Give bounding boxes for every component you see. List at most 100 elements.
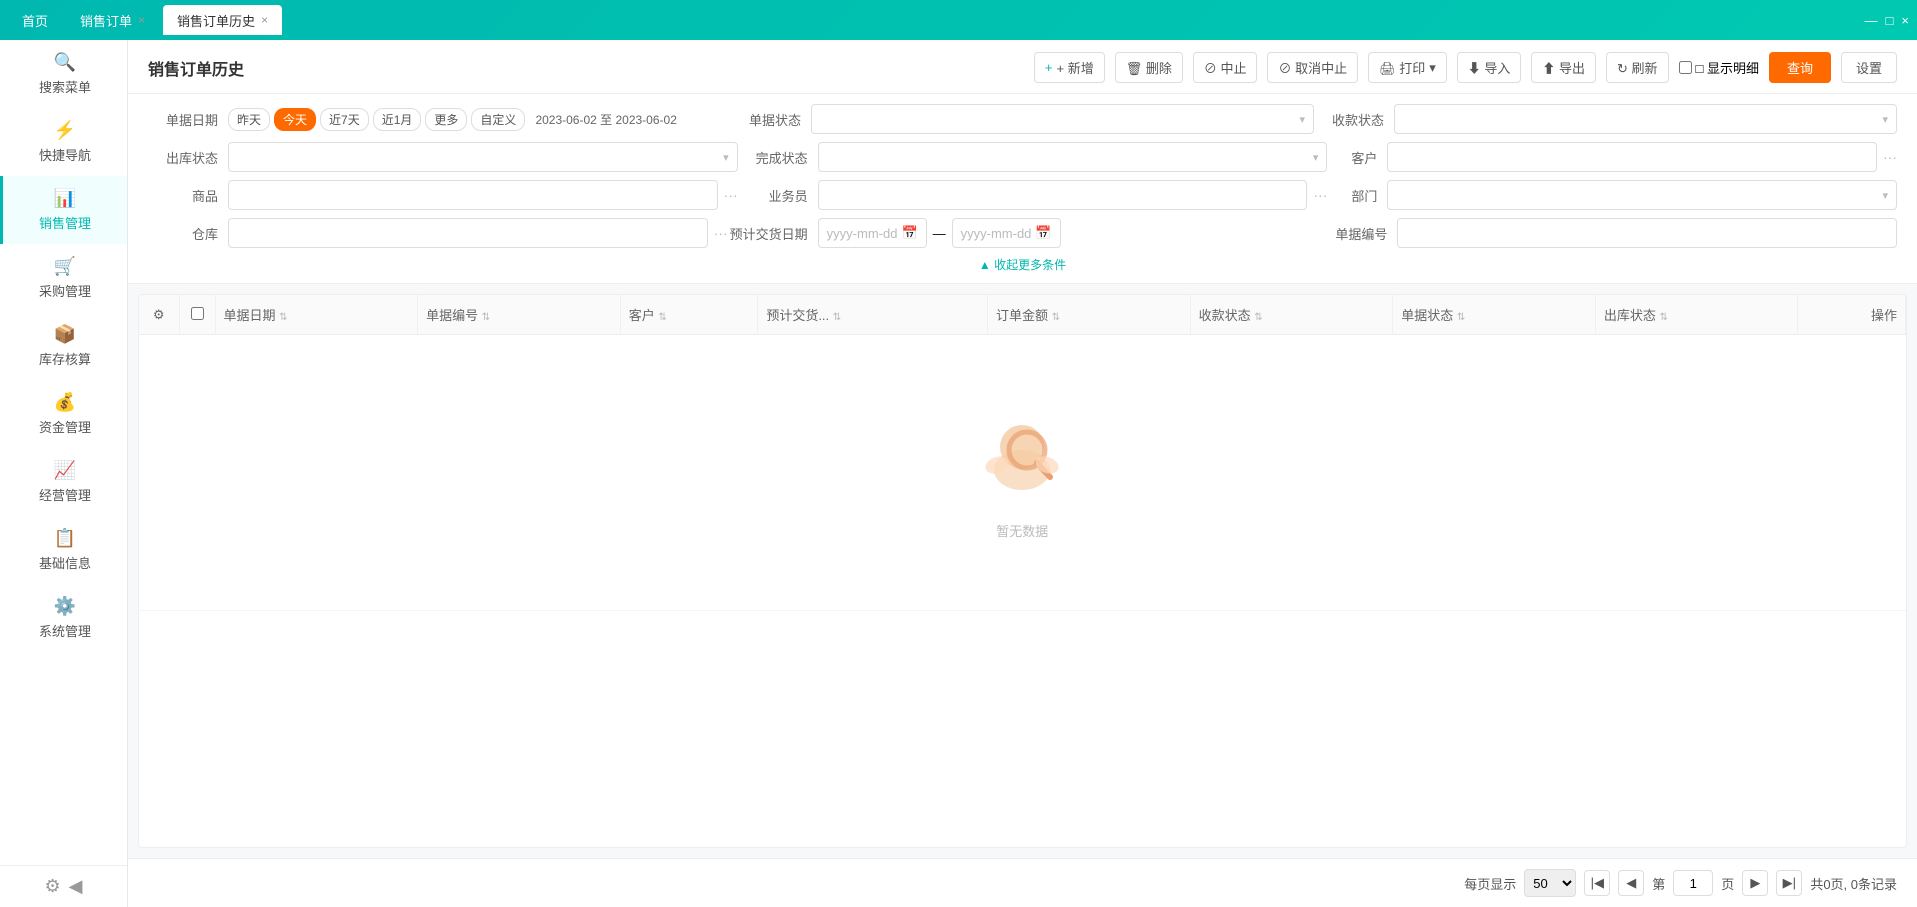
table-settings-icon[interactable]: ⚙: [153, 307, 165, 322]
date-btn-7days[interactable]: 近7天: [320, 108, 369, 131]
print-label: 🖨 打印: [1379, 58, 1425, 77]
tab-sales-order-close[interactable]: ×: [138, 13, 145, 27]
dept-select[interactable]: ▾: [1387, 180, 1897, 210]
sidebar-item-purchase-mgmt[interactable]: 🛒 采购管理: [0, 244, 127, 312]
customer-input[interactable]: [1387, 142, 1877, 172]
top-bar: 首页 销售订单 × 销售订单历史 × — □ ×: [0, 0, 1917, 40]
out-status-control: ▾: [228, 142, 738, 172]
col-amount[interactable]: 订单金额 ⇅: [987, 295, 1190, 335]
stop-button[interactable]: ⊘ 中止: [1193, 52, 1258, 83]
dept-label: 部门: [1327, 186, 1387, 205]
sidebar-item-search-menu-label: 搜索菜单: [39, 77, 91, 96]
collapse-sidebar-icon[interactable]: ◀: [69, 876, 83, 897]
delete-label: 🗑 删除: [1126, 58, 1172, 77]
sidebar-item-operation-mgmt[interactable]: 📈 经营管理: [0, 448, 127, 516]
col-payment-status[interactable]: 收款状态 ⇅: [1190, 295, 1393, 335]
customer-control: ···: [1387, 142, 1897, 172]
tab-home[interactable]: 首页: [8, 5, 62, 35]
date-label: 单据日期: [148, 110, 228, 129]
export-button[interactable]: ⬆ 导出: [1531, 52, 1596, 83]
salesperson-input[interactable]: [818, 180, 1308, 210]
collapse-button[interactable]: ▲ 收起更多条件: [148, 256, 1897, 273]
date-btn-1month[interactable]: 近1月: [373, 108, 422, 131]
setting-button[interactable]: 设置: [1841, 52, 1897, 83]
col-date[interactable]: 单据日期 ⇅: [215, 295, 418, 335]
page-number-input[interactable]: [1673, 870, 1713, 896]
order-number-input[interactable]: [1397, 218, 1897, 248]
col-payment-status-label: 收款状态: [1199, 308, 1251, 323]
per-page-select[interactable]: 10 20 50 100: [1524, 869, 1576, 897]
sidebar-item-system-mgmt[interactable]: ⚙️ 系统管理: [0, 584, 127, 652]
warehouse-input[interactable]: [228, 218, 708, 248]
tab-sales-order-history[interactable]: 销售订单历史 ×: [163, 5, 282, 35]
product-input[interactable]: [228, 180, 718, 210]
tab-sales-order-history-close[interactable]: ×: [261, 13, 268, 27]
delete-button[interactable]: 🗑 删除: [1115, 52, 1183, 83]
date-btn-yesterday[interactable]: 昨天: [228, 108, 270, 131]
prev-page-btn[interactable]: ◀: [1618, 870, 1644, 896]
print-dropdown-icon: ▾: [1429, 60, 1436, 76]
order-status-select[interactable]: ▾: [811, 104, 1314, 134]
col-date-sort: ⇅: [279, 312, 287, 323]
sidebar-item-finance-mgmt[interactable]: 💰 资金管理: [0, 380, 127, 448]
filter-area: 单据日期 昨天 今天 近7天 近1月 更多 自定义 2023-06-02 至 2…: [128, 94, 1917, 284]
col-order-status[interactable]: 单据状态 ⇅: [1393, 295, 1596, 335]
payment-status-select[interactable]: ▾: [1394, 104, 1897, 134]
sidebar-item-search-menu[interactable]: 🔍 搜索菜单: [0, 40, 127, 108]
tab-sales-order[interactable]: 销售订单 ×: [66, 5, 159, 35]
sidebar-item-quick-nav[interactable]: ⚡ 快捷导航: [0, 108, 127, 176]
col-number[interactable]: 单据编号 ⇅: [418, 295, 621, 335]
complete-status-select[interactable]: ▾: [818, 142, 1328, 172]
delivery-date-from-placeholder: yyyy-mm-dd: [827, 226, 898, 241]
delivery-date-from[interactable]: yyyy-mm-dd 📅: [818, 218, 927, 248]
date-btn-more[interactable]: 更多: [425, 108, 467, 131]
warehouse-dots[interactable]: ···: [714, 225, 728, 241]
payment-status-control: ▾: [1394, 104, 1897, 134]
product-dots[interactable]: ···: [724, 187, 738, 203]
col-amount-sort: ⇅: [1052, 312, 1060, 323]
toolbar: + + 新增 🗑 删除 ⊘ 中止 ⊘ 取消中止 🖨 打印 ▾: [1034, 52, 1897, 83]
sidebar-item-sales-mgmt[interactable]: 📊 销售管理: [0, 176, 127, 244]
product-label: 商品: [148, 186, 228, 205]
close-window-icon[interactable]: ×: [1901, 13, 1909, 28]
sidebar-item-inventory-mgmt[interactable]: 📦 库存核算: [0, 312, 127, 380]
order-status-label: 单据状态: [731, 110, 811, 129]
out-status-select[interactable]: ▾: [228, 142, 738, 172]
purchase-mgmt-icon: 🛒: [54, 256, 76, 277]
refresh-label: ↻ 刷新: [1617, 58, 1658, 77]
import-button[interactable]: ⬇ 导入: [1457, 52, 1522, 83]
maximize-icon[interactable]: □: [1886, 13, 1894, 28]
select-all-checkbox[interactable]: [191, 307, 204, 320]
col-delivery-sort: ⇅: [833, 312, 841, 323]
search-menu-icon: 🔍: [54, 52, 76, 73]
new-button[interactable]: + + 新增: [1034, 52, 1105, 83]
col-customer-sort: ⇅: [658, 312, 666, 323]
date-btn-today[interactable]: 今天: [274, 108, 316, 131]
col-out-status[interactable]: 出库状态 ⇅: [1595, 295, 1798, 335]
query-button[interactable]: 查询: [1769, 52, 1831, 83]
col-customer[interactable]: 客户 ⇅: [620, 295, 758, 335]
sidebar-item-basic-info[interactable]: 📋 基础信息: [0, 516, 127, 584]
col-amount-label: 订单金额: [996, 308, 1048, 323]
empty-row: 暂无数据: [139, 335, 1906, 611]
cancel-stop-button[interactable]: ⊘ 取消中止: [1267, 52, 1358, 83]
next-page-btn[interactable]: ▶: [1742, 870, 1768, 896]
refresh-button[interactable]: ↻ 刷新: [1606, 52, 1669, 83]
col-payment-status-sort: ⇅: [1254, 312, 1262, 323]
col-delivery[interactable]: 预计交货... ⇅: [758, 295, 988, 335]
last-page-btn[interactable]: ▶|: [1776, 870, 1802, 896]
first-page-btn[interactable]: |◀: [1584, 870, 1610, 896]
settings-bottom-icon[interactable]: ⚙: [45, 876, 61, 897]
display-detail-label: □ 显示明细: [1696, 58, 1759, 77]
date-btn-custom[interactable]: 自定义: [471, 108, 525, 131]
print-button[interactable]: 🖨 打印 ▾: [1368, 52, 1447, 83]
delivery-date-to[interactable]: yyyy-mm-dd 📅: [952, 218, 1061, 248]
salesperson-dots[interactable]: ···: [1313, 187, 1327, 203]
minimize-icon[interactable]: —: [1865, 13, 1878, 28]
table-settings-icon-cell[interactable]: ⚙: [139, 295, 179, 335]
display-detail-checkbox[interactable]: [1679, 61, 1692, 74]
date-range-display: 2023-06-02 至 2023-06-02: [535, 111, 676, 128]
col-operation: 操作: [1798, 295, 1906, 335]
customer-dots[interactable]: ···: [1883, 149, 1897, 165]
sidebar: 🔍 搜索菜单 ⚡ 快捷导航 📊 销售管理 🛒 采购管理 📦 库存核算 💰 资金管…: [0, 40, 128, 907]
